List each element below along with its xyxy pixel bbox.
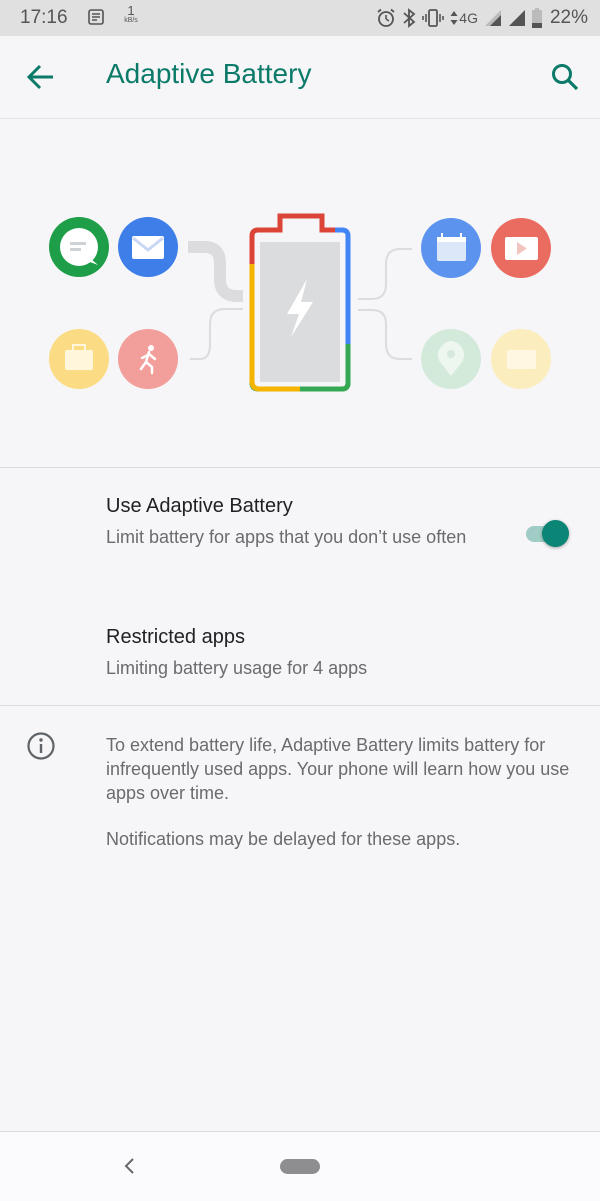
- setting-summary: Limiting battery usage for 4 apps: [106, 658, 368, 678]
- network-speed-unit: kB/s: [124, 17, 138, 24]
- restricted-apps-setting[interactable]: Restricted apps Limiting battery usage f…: [0, 600, 600, 704]
- setting-title: Use Adaptive Battery: [106, 495, 293, 517]
- toggle-thumb: [542, 520, 569, 547]
- photos-app-icon: [491, 329, 551, 389]
- nav-back-button[interactable]: [118, 1154, 142, 1178]
- bluetooth-icon: [402, 8, 416, 28]
- briefcase-app-icon: [49, 329, 109, 389]
- notification-list-icon: [88, 9, 104, 25]
- back-button[interactable]: [26, 63, 56, 91]
- arrow-back-icon: [26, 64, 53, 90]
- email-app-icon: [118, 217, 178, 277]
- battery-icon: [531, 8, 542, 28]
- network-speed-value: 1: [127, 3, 135, 18]
- setting-summary: Limit battery for apps that you don’t us…: [106, 527, 467, 547]
- network-speed: 1 kB/s: [120, 4, 142, 24]
- search-icon: [552, 64, 579, 91]
- battery-graphic: [249, 213, 351, 392]
- status-time: 17:16: [20, 7, 68, 28]
- vibrate-icon: [422, 8, 445, 28]
- setting-title: Restricted apps: [106, 626, 245, 648]
- connector-line: [358, 248, 412, 300]
- video-app-icon: [491, 218, 551, 278]
- messages-app-icon: [49, 217, 109, 277]
- status-bar: 17:16 1 kB/s 4G 22%: [0, 0, 600, 36]
- footer-description: To extend battery life, Adaptive Battery…: [106, 735, 570, 803]
- info-icon: [26, 731, 56, 761]
- maps-app-icon: [421, 329, 481, 389]
- connector-line: [188, 241, 243, 302]
- signal-icon: [484, 9, 502, 27]
- adaptive-battery-illustration: [0, 119, 600, 468]
- search-button[interactable]: [550, 62, 580, 92]
- mobile-data: 4G: [450, 10, 478, 26]
- signal-icon: [508, 9, 526, 27]
- adaptive-battery-toggle[interactable]: [524, 519, 574, 549]
- home-pill-button[interactable]: [280, 1159, 320, 1174]
- battery-percent: 22%: [549, 7, 588, 28]
- connector-line: [190, 308, 243, 360]
- alarm-icon: [376, 8, 396, 28]
- app-bar: Adaptive Battery: [0, 36, 600, 119]
- network-type: 4G: [459, 10, 478, 26]
- footer-note: Notifications may be delayed for these a…: [106, 829, 461, 849]
- navigation-bar: [0, 1131, 600, 1201]
- fitness-app-icon: [118, 329, 178, 389]
- connector-line: [358, 309, 412, 360]
- data-arrows-icon: [450, 10, 458, 26]
- status-icons: 4G 22%: [376, 6, 588, 30]
- nav-back-icon: [124, 1158, 134, 1174]
- calendar-app-icon: [421, 218, 481, 278]
- section-divider: [0, 705, 600, 706]
- page-title: Adaptive Battery: [106, 58, 312, 89]
- use-adaptive-battery-setting[interactable]: Use Adaptive Battery Limit battery for a…: [0, 468, 600, 586]
